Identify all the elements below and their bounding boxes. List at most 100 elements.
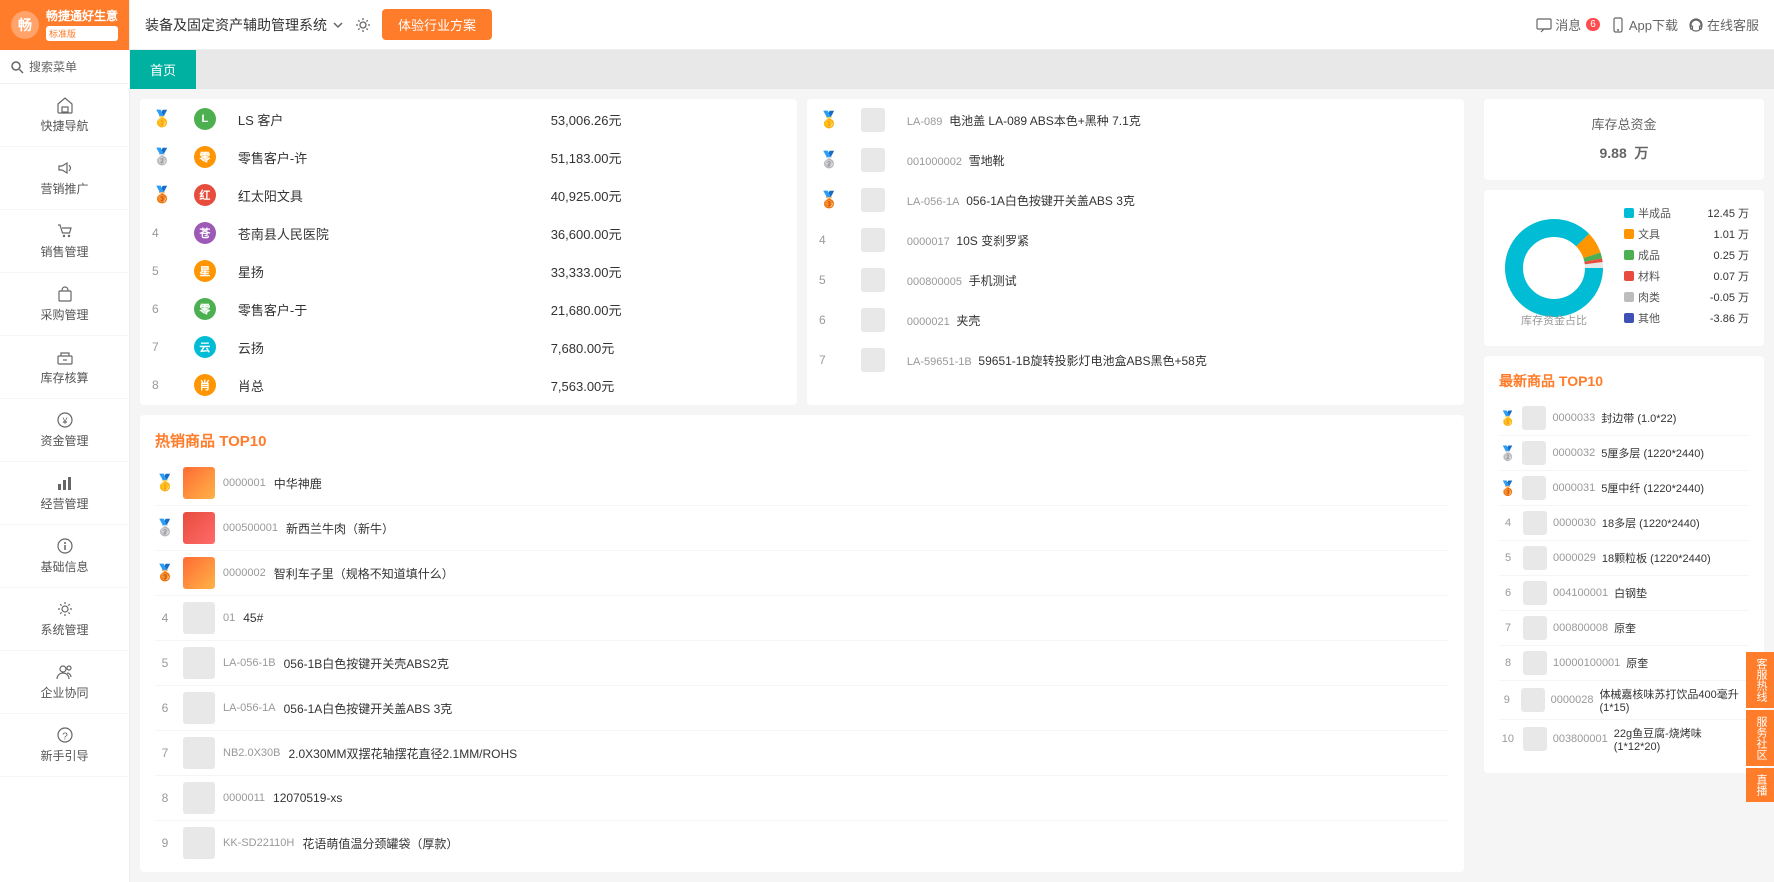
messages-icon-area[interactable]: 消息 6 <box>1536 15 1600 34</box>
customer-amount: 40,925.00元 <box>551 189 622 204</box>
sidebar-item-inventory[interactable]: 库存核算 <box>0 336 129 399</box>
sidebar-item-purchase[interactable]: 采购管理 <box>0 273 129 336</box>
product-row: 🥉 LA-056-1A 056-1A白色按键开关盖ABS 3克 <box>809 181 1462 219</box>
customer-row: 5 星 星扬 33,333.00元 <box>142 253 795 289</box>
legend-value: -0.05 万 <box>1710 289 1749 305</box>
system-name-select[interactable]: 装备及固定资产辅助管理系统 <box>145 15 344 35</box>
money-icon: ¥ <box>56 411 74 429</box>
online-service-label: 在线客服 <box>1707 15 1759 34</box>
guide-icon: ? <box>56 726 74 744</box>
megaphone-icon <box>56 159 74 177</box>
system-name: 装备及固定资产辅助管理系统 <box>145 15 327 35</box>
donut-chart: 库存资金占比 <box>1499 213 1609 323</box>
sidebar-item-home[interactable]: 快捷导航 <box>0 84 129 147</box>
sidebar-item-marketing[interactable]: 营销推广 <box>0 147 129 210</box>
online-service-area[interactable]: 在线客服 <box>1688 15 1759 34</box>
sidebar-item-inventory-label: 库存核算 <box>40 369 88 386</box>
sidebar-item-guide-label: 新手引导 <box>40 747 88 764</box>
chart-section: 库存资金占比 半成品 12.45 万 文具 1.01 万 成品 0.25 万 材… <box>1484 190 1764 346</box>
sidebar-item-basic-info-label: 基础信息 <box>40 558 88 575</box>
sidebar-item-system[interactable]: 系统管理 <box>0 588 129 651</box>
customer-name: 零售客户-于 <box>238 303 307 318</box>
sidebar-logo-text: 畅捷通好生意 <box>46 9 118 25</box>
sidebar-item-operations[interactable]: 经营管理 <box>0 462 129 525</box>
customer-name: 肖总 <box>238 379 264 394</box>
float-live-btn[interactable]: 直播 <box>1746 768 1774 802</box>
legend-value: 1.01 万 <box>1714 226 1749 242</box>
chart-legend: 半成品 12.45 万 文具 1.01 万 成品 0.25 万 材料 0.07 … <box>1624 205 1749 331</box>
float-community-btn[interactable]: 服务社区 <box>1746 710 1774 766</box>
product-row: 🥈 001000002 雪地靴 <box>809 141 1462 179</box>
hot-product-item: 8 0000011 12070519-xs <box>155 776 1449 821</box>
legend-name: 半成品 <box>1638 205 1703 221</box>
svg-text:畅: 畅 <box>18 17 32 33</box>
tab-home[interactable]: 首页 <box>130 50 196 89</box>
users-icon <box>56 663 74 681</box>
customer-amount: 51,183.00元 <box>551 151 622 166</box>
customer-name: 红太阳文具 <box>238 189 303 204</box>
settings-icon <box>56 600 74 618</box>
sidebar-item-enterprise[interactable]: 企业协同 <box>0 651 129 714</box>
sidebar-item-finance-label: 资金管理 <box>40 432 88 449</box>
customer-row: 🥉 红 红太阳文具 40,925.00元 <box>142 177 795 213</box>
sidebar-item-sales-label: 销售管理 <box>40 243 88 260</box>
main-panels: 🥇 L LS 客户 53,006.26元 🥈 零 零售客户-许 51,183.0… <box>130 89 1474 882</box>
sidebar-logo-badge: 标准版 <box>46 26 118 41</box>
sidebar-item-guide[interactable]: ? 新手引导 <box>0 714 129 777</box>
legend-item: 文具 1.01 万 <box>1624 226 1749 242</box>
hot-products-list: 🥇 0000001 中华神鹿 🥈 000500001 新西兰牛肉（新牛） 🥉 0… <box>155 461 1449 865</box>
sidebar-item-basic-info[interactable]: 基础信息 <box>0 525 129 588</box>
float-service: 客服热线 服务社区 直播 <box>1746 652 1774 802</box>
customer-row: 8 肖 肖总 7,563.00元 <box>142 367 795 403</box>
legend-name: 肉类 <box>1638 289 1706 305</box>
legend-value: 0.07 万 <box>1714 268 1749 284</box>
box-icon <box>56 348 74 366</box>
app-download-label: App下载 <box>1629 15 1678 34</box>
customer-name: 星扬 <box>238 265 264 280</box>
customer-amount: 36,600.00元 <box>551 227 622 242</box>
latest-products-list: 🥇 0000033 封边带 (1.0*22) 🥈 0000032 5厘多层 (1… <box>1499 401 1749 758</box>
latest-product-item: 9 0000028 体械嘉核味苏打饮品400毫升 (1*15) <box>1499 681 1749 720</box>
customer-row: 6 零 零售客户-于 21,680.00元 <box>142 291 795 327</box>
customer-row: 4 苍 苍南县人民医院 36,600.00元 <box>142 215 795 251</box>
product-table: 🥇 LA-089 电池盖 LA-089 ABS本色+黑种 7.1克 🥈 0010… <box>807 99 1464 381</box>
hot-product-item: 7 NB2.0X30B 2.0X30MM双摆花轴摆花直径2.1MM/ROHS <box>155 731 1449 776</box>
legend-value: -3.86 万 <box>1710 310 1749 326</box>
gear-icon[interactable] <box>354 16 372 34</box>
customer-name: LS 客户 <box>238 113 284 128</box>
search-menu-label: 搜索菜单 <box>29 58 77 75</box>
messages-label: 消息 <box>1555 15 1581 34</box>
main-area: 装备及固定资产辅助管理系统 体验行业方案 消息 6 App下载 在线客服 首页 <box>130 0 1774 882</box>
app-download-area[interactable]: App下载 <box>1610 15 1678 34</box>
hot-product-item: 6 LA-056-1A 056-1A白色按键开关盖ABS 3克 <box>155 686 1449 731</box>
tab-bar: 首页 <box>130 50 1774 89</box>
message-icon <box>1536 17 1552 33</box>
cart-icon <box>56 222 74 240</box>
float-service-btn[interactable]: 客服热线 <box>1746 652 1774 708</box>
hot-product-item: 🥈 000500001 新西兰牛肉（新牛） <box>155 506 1449 551</box>
headset-icon <box>1688 17 1704 33</box>
top-bar: 装备及固定资产辅助管理系统 体验行业方案 消息 6 App下载 在线客服 <box>130 0 1774 50</box>
mobile-icon <box>1610 17 1626 33</box>
home-icon <box>56 96 74 114</box>
messages-badge: 6 <box>1586 18 1600 31</box>
search-menu[interactable]: 搜索菜单 <box>0 50 129 84</box>
customer-amount: 53,006.26元 <box>551 113 622 128</box>
sidebar-item-enterprise-label: 企业协同 <box>40 684 88 701</box>
customer-amount: 7,680.00元 <box>551 341 615 356</box>
trial-button[interactable]: 体验行业方案 <box>382 9 492 40</box>
customer-name: 苍南县人民医院 <box>238 227 329 242</box>
sidebar-item-marketing-label: 营销推广 <box>40 180 88 197</box>
product-row: 4 0000017 10S 变刹罗紧 <box>809 221 1462 259</box>
legend-item: 半成品 12.45 万 <box>1624 205 1749 221</box>
inventory-total-panel: 库存总资金 9.88 万 <box>1484 99 1764 180</box>
content-area: 🥇 L LS 客户 53,006.26元 🥈 零 零售客户-许 51,183.0… <box>130 89 1774 882</box>
top-section: 🥇 L LS 客户 53,006.26元 🥈 零 零售客户-许 51,183.0… <box>140 99 1464 405</box>
legend-value: 12.45 万 <box>1707 205 1749 221</box>
chart-icon <box>56 474 74 492</box>
logo-icon: 畅 <box>10 10 40 40</box>
sidebar-item-sales[interactable]: 销售管理 <box>0 210 129 273</box>
sidebar-item-finance[interactable]: ¥ 资金管理 <box>0 399 129 462</box>
svg-text:?: ? <box>62 732 68 743</box>
tab-home-label: 首页 <box>150 63 176 78</box>
